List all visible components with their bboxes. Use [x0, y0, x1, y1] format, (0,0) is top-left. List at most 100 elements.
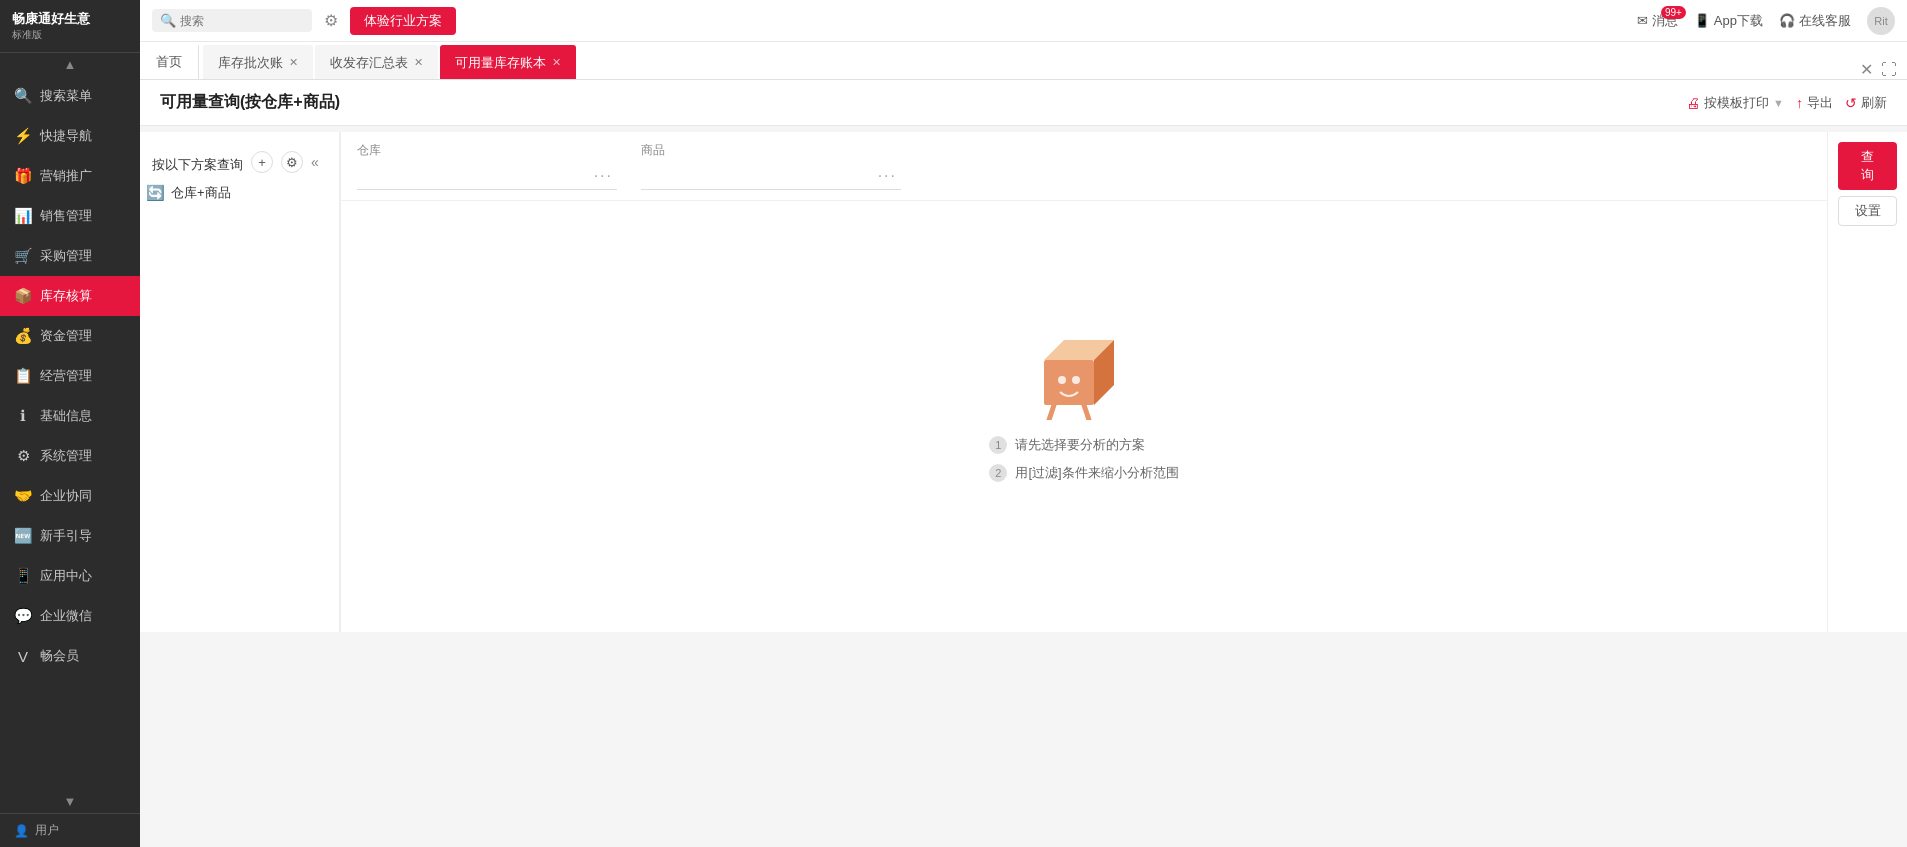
- sidebar-item-basic[interactable]: ℹ基础信息: [0, 396, 140, 436]
- online-service-btn[interactable]: 🎧 在线客服: [1779, 12, 1851, 30]
- app-version: 标准版: [12, 28, 128, 42]
- empty-hints: 1 请先选择要分析的方案 2 用[过滤]条件来缩小分析范围: [989, 436, 1178, 482]
- industry-btn[interactable]: 体验行业方案: [350, 7, 456, 35]
- warehouse-dots[interactable]: ···: [594, 167, 613, 185]
- basic-icon: ℹ: [14, 407, 32, 425]
- sidebar-item-search[interactable]: 🔍 搜索菜单: [0, 76, 140, 116]
- scheme-item[interactable]: 🔄 仓库+商品: [140, 180, 339, 206]
- refresh-icon: ↺: [1845, 95, 1857, 111]
- svg-line-6: [1084, 405, 1089, 420]
- wechat-icon: 💬: [14, 607, 32, 625]
- filter-fields-row: 仓库 ··· 商品 ···: [341, 132, 1827, 201]
- tab-home[interactable]: 首页: [140, 45, 199, 79]
- refresh-btn[interactable]: ↺ 刷新: [1845, 94, 1887, 112]
- topbar: 🔍 ⚙ 体验行业方案 ✉ 99+ 消息 📱 App下载 🎧 在线客服 Rit: [140, 0, 1907, 42]
- message-icon: ✉: [1637, 13, 1648, 28]
- settings-btn[interactable]: 设置: [1838, 196, 1897, 226]
- app-download-btn[interactable]: 📱 App下载: [1694, 12, 1763, 30]
- tab-available-label: 可用量库存账本: [455, 54, 546, 72]
- system-icon: ⚙: [14, 447, 32, 465]
- tab-batch-close[interactable]: ✕: [289, 56, 298, 69]
- add-scheme-btn[interactable]: +: [251, 151, 273, 173]
- online-service-label: 在线客服: [1799, 12, 1851, 30]
- scroll-down[interactable]: ▼: [0, 790, 140, 813]
- sidebar-label-member: 畅会员: [40, 647, 79, 665]
- sidebar-label-shortcut: 快捷导航: [40, 127, 92, 145]
- shortcut-icon: ⚡: [14, 127, 32, 145]
- sidebar-item-finance[interactable]: 💰资金管理: [0, 316, 140, 356]
- hint-1: 1 请先选择要分析的方案: [989, 436, 1178, 454]
- sales-icon: 📊: [14, 207, 32, 225]
- query-btn[interactable]: 查询: [1838, 142, 1897, 190]
- tabs-bar: 首页 库存批次账 ✕ 收发存汇总表 ✕ 可用量库存账本 ✕ ✕ ⛶: [140, 42, 1907, 80]
- page-header-actions: 🖨 按模板打印 ▼ ↑ 导出 ↺ 刷新: [1686, 94, 1887, 112]
- print-btn[interactable]: 🖨 按模板打印 ▼: [1686, 94, 1784, 112]
- sidebar-label-search: 搜索菜单: [40, 87, 92, 105]
- sidebar-footer[interactable]: 👤 用户: [0, 813, 140, 847]
- avatar-text: Rit: [1874, 15, 1887, 27]
- topbar-right: ✉ 99+ 消息 📱 App下载 🎧 在线客服 Rit: [1637, 7, 1895, 35]
- hint-2-text: 用[过滤]条件来缩小分析范围: [1015, 464, 1178, 482]
- print-chevron: ▼: [1773, 97, 1784, 109]
- settings-scheme-btn[interactable]: ⚙: [281, 151, 303, 173]
- user-name: 用户: [35, 822, 59, 839]
- collapse-btn[interactable]: «: [311, 154, 319, 170]
- tab-summary[interactable]: 收发存汇总表 ✕: [315, 45, 438, 79]
- sidebar-label-inventory: 库存核算: [40, 287, 92, 305]
- search-icon: 🔍: [14, 87, 32, 105]
- page-header: 可用量查询(按仓库+商品) 🖨 按模板打印 ▼ ↑ 导出 ↺ 刷新: [140, 80, 1907, 126]
- svg-line-5: [1049, 405, 1054, 420]
- svg-point-3: [1058, 376, 1066, 384]
- sidebar-nav: 🔍 搜索菜单 ⚡ 快捷导航 🎁营销推广📊销售管理🛒采购管理 📦 库存核算 💰资金管理 📋 经营管理…: [0, 76, 140, 790]
- tab-summary-close[interactable]: ✕: [414, 56, 423, 69]
- sidebar-label-ops: 经营管理: [40, 367, 92, 385]
- sidebar-item-ops[interactable]: 📋 经营管理: [0, 356, 140, 396]
- warehouse-label: 仓库: [357, 142, 617, 159]
- export-btn[interactable]: ↑ 导出: [1796, 94, 1833, 112]
- search-input[interactable]: [180, 14, 300, 28]
- avatar[interactable]: Rit: [1867, 7, 1895, 35]
- sidebar-item-inventory[interactable]: 📦 库存核算: [0, 276, 140, 316]
- tabs-actions: ✕ ⛶: [1850, 60, 1907, 79]
- add-icon: +: [258, 155, 266, 170]
- sidebar-label-purchase: 采购管理: [40, 247, 92, 265]
- svg-point-4: [1072, 376, 1080, 384]
- sidebar-label-newbie: 新手引导: [40, 527, 92, 545]
- sidebar-item-member[interactable]: V畅会员: [0, 636, 140, 676]
- newbie-icon: 🆕: [14, 527, 32, 545]
- tab-batch[interactable]: 库存批次账 ✕: [203, 45, 313, 79]
- gear-btn[interactable]: ⚙: [320, 7, 342, 34]
- marketing-icon: 🎁: [14, 167, 32, 185]
- sidebar-item-shortcut[interactable]: ⚡ 快捷导航: [0, 116, 140, 156]
- svg-rect-1: [1044, 360, 1094, 405]
- empty-state: 1 请先选择要分析的方案 2 用[过滤]条件来缩小分析范围: [341, 201, 1827, 601]
- expand-btn[interactable]: ⛶: [1881, 61, 1897, 79]
- sidebar-item-sales[interactable]: 📊销售管理: [0, 196, 140, 236]
- tab-available-close[interactable]: ✕: [552, 56, 561, 69]
- search-icon: 🔍: [160, 13, 176, 28]
- print-label: 按模板打印: [1704, 94, 1769, 112]
- product-dots[interactable]: ···: [878, 167, 897, 185]
- sidebar-item-system[interactable]: ⚙系统管理: [0, 436, 140, 476]
- ops-icon: 📋: [14, 367, 32, 385]
- tab-available[interactable]: 可用量库存账本 ✕: [440, 45, 576, 79]
- sidebar-label-finance: 资金管理: [40, 327, 92, 345]
- message-btn[interactable]: ✉ 99+ 消息: [1637, 12, 1678, 30]
- warehouse-input-wrap: ···: [357, 163, 617, 190]
- close-all-tabs-btn[interactable]: ✕: [1860, 60, 1873, 79]
- sidebar-item-wechat[interactable]: 💬企业微信: [0, 596, 140, 636]
- page-title: 可用量查询(按仓库+商品): [160, 92, 340, 113]
- warehouse-input[interactable]: [361, 169, 590, 184]
- sidebar-item-apps[interactable]: 📱应用中心: [0, 556, 140, 596]
- sidebar-item-marketing[interactable]: 🎁营销推广: [0, 156, 140, 196]
- product-input[interactable]: [645, 169, 874, 184]
- inventory-icon: 📦: [14, 287, 32, 305]
- export-icon: ↑: [1796, 95, 1803, 111]
- sidebar-item-purchase[interactable]: 🛒采购管理: [0, 236, 140, 276]
- sidebar-item-collab[interactable]: 🤝企业协同: [0, 476, 140, 516]
- scroll-up[interactable]: ▲: [0, 53, 140, 76]
- settings-scheme-icon: ⚙: [286, 155, 298, 170]
- sidebar-item-newbie[interactable]: 🆕 新手引导: [0, 516, 140, 556]
- search-box[interactable]: 🔍: [152, 9, 312, 32]
- user-icon: 👤: [14, 824, 29, 838]
